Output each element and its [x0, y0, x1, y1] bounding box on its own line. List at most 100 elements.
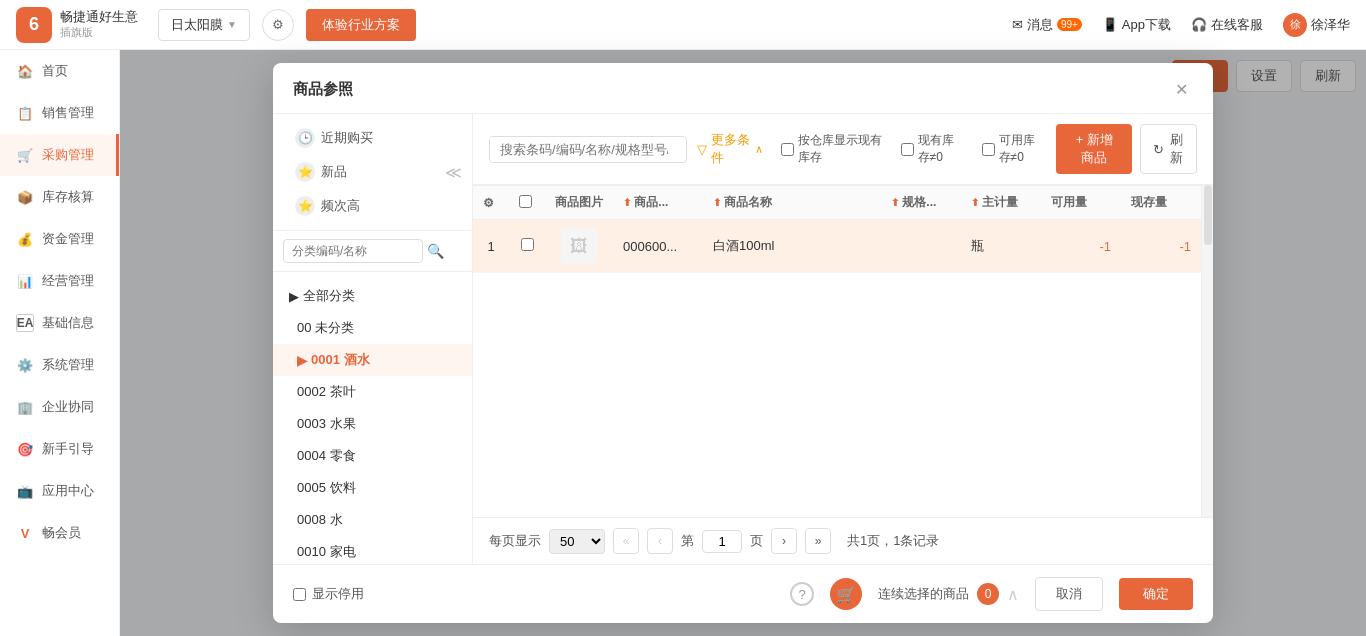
settings-icon: ⚙ — [483, 196, 494, 210]
messages-button[interactable]: ✉ 消息 99+ — [1012, 16, 1082, 34]
page-label: 第 — [681, 532, 694, 550]
row-image-cell: 🖼 — [545, 220, 613, 273]
chevron-down-icon: ▼ — [227, 19, 237, 30]
cat-0010[interactable]: 0010 家电 — [273, 536, 472, 564]
refresh-button[interactable]: ↻ 刷新 — [1140, 124, 1197, 174]
checkbox-available-ne0[interactable]: 现有库存≠0 — [901, 132, 966, 166]
row-checkbox[interactable] — [521, 238, 534, 251]
message-badge: 99+ — [1057, 18, 1082, 31]
checkbox-can-use-ne0[interactable]: 可用库存≠0 — [982, 132, 1047, 166]
sidebar-item-basic[interactable]: EA 基础信息 — [0, 302, 119, 344]
sidebar-item-corp[interactable]: 🏢 企业协同 — [0, 386, 119, 428]
next-page-button[interactable]: › — [771, 528, 797, 554]
sort-icon-spec: ⬆ — [891, 197, 899, 208]
cat-00[interactable]: 00 未分类 — [273, 312, 472, 344]
first-page-button[interactable]: « — [613, 528, 639, 554]
sidebar-item-home[interactable]: 🏠 首页 — [0, 50, 119, 92]
sidebar-item-finance[interactable]: 💰 资金管理 — [0, 218, 119, 260]
select-all-checkbox[interactable] — [519, 195, 532, 208]
show-disabled-checkbox[interactable]: 显示停用 — [293, 585, 364, 603]
sidebar-label-basic: 基础信息 — [42, 314, 94, 332]
col-spec-header[interactable]: ⬆ 规格... — [881, 186, 961, 220]
product-search-icon[interactable]: 🔍 — [678, 137, 687, 162]
sort-icon-unit: ⬆ — [971, 197, 979, 208]
cart-button[interactable]: 🛒 — [830, 578, 862, 610]
table-scrollbar[interactable] — [1201, 185, 1213, 517]
product-table: ⚙ 商品图片 ⬆ 商品... — [473, 185, 1201, 273]
product-search-input[interactable] — [490, 137, 678, 162]
sidebar-label-inventory: 库存核算 — [42, 188, 94, 206]
online-service-button[interactable]: 🎧 在线客服 — [1191, 16, 1263, 34]
confirm-button[interactable]: 确定 — [1119, 578, 1193, 610]
app-download-button[interactable]: 📱 App下载 — [1102, 16, 1171, 34]
filter-more-button[interactable]: ▽ 更多条件 ∧ — [697, 131, 763, 167]
sort-icon-name: ⬆ — [713, 197, 721, 208]
cat-0003[interactable]: 0003 水果 — [273, 408, 472, 440]
col-code-header[interactable]: ⬆ 商品... — [613, 186, 703, 220]
page-info: 共1页，1条记录 — [847, 532, 939, 550]
sidebar-item-ops[interactable]: 📊 经营管理 — [0, 260, 119, 302]
quick-filter-frequent[interactable]: ⭐ 频次高 — [283, 190, 385, 222]
table-header-row: ⚙ 商品图片 ⬆ 商品... — [473, 186, 1201, 220]
help-button[interactable]: ? — [790, 582, 814, 606]
sidebar-item-apps[interactable]: 📺 应用中心 — [0, 470, 119, 512]
category-tree: ▶ 全部分类 00 未分类 ▶ 0001 酒水 0002 茶 — [273, 272, 472, 564]
category-search-icon[interactable]: 🔍 — [427, 243, 444, 259]
topbar-right: ✉ 消息 99+ 📱 App下载 🎧 在线客服 徐 徐泽华 — [1012, 13, 1350, 37]
quick-filter-new[interactable]: ⭐ 新品 — [283, 156, 385, 188]
add-product-button[interactable]: + 新增商品 — [1056, 124, 1132, 174]
sidebar-item-guide[interactable]: 🎯 新手引导 — [0, 428, 119, 470]
col-image-header: 商品图片 — [545, 186, 613, 220]
prev-page-button[interactable]: ‹ — [647, 528, 673, 554]
sidebar-item-purchase[interactable]: 🛒 采购管理 — [0, 134, 119, 176]
cat-0005[interactable]: 0005 饮料 — [273, 472, 472, 504]
settings-icon[interactable]: ⚙ — [262, 9, 294, 41]
last-page-button[interactable]: » — [805, 528, 831, 554]
sidebar-label-sales: 销售管理 — [42, 104, 94, 122]
row-checkbox-cell[interactable] — [509, 220, 545, 273]
frequent-icon: ⭐ — [295, 196, 315, 216]
sidebar-item-sales[interactable]: 📋 销售管理 — [0, 92, 119, 134]
col-settings[interactable]: ⚙ — [473, 186, 509, 220]
sidebar-item-inventory[interactable]: 📦 库存核算 — [0, 176, 119, 218]
nav-selector[interactable]: 日太阳膜 ▼ — [158, 9, 250, 41]
cat-0001[interactable]: ▶ 0001 酒水 — [273, 344, 472, 376]
sidebar-item-system[interactable]: ⚙️ 系统管理 — [0, 344, 119, 386]
recent-icon: 🕒 — [295, 128, 315, 148]
cat-all[interactable]: ▶ 全部分类 — [273, 280, 472, 312]
sidebar-label-apps: 应用中心 — [42, 482, 94, 500]
user-menu[interactable]: 徐 徐泽华 — [1283, 13, 1350, 37]
modal-footer: 显示停用 ? 🛒 连续选择的商品 0 ∧ 取消 确定 — [273, 564, 1213, 623]
page-size-select[interactable]: 10 20 50 100 — [549, 529, 605, 554]
sidebar-label-guide: 新手引导 — [42, 440, 94, 458]
cancel-button[interactable]: 取消 — [1035, 577, 1103, 611]
col-unit-header[interactable]: ⬆ 主计量 — [961, 186, 1041, 220]
message-label: 消息 — [1027, 16, 1053, 34]
collapse-left-button[interactable]: ≪ — [445, 163, 462, 182]
sidebar-label-finance: 资金管理 — [42, 230, 94, 248]
row-available: -1 — [1041, 220, 1121, 273]
checkbox-by-warehouse[interactable]: 按仓库显示现有库存 — [781, 132, 885, 166]
sidebar-item-member[interactable]: V 畅会员 — [0, 512, 119, 554]
modal-close-button[interactable]: ✕ — [1169, 77, 1193, 101]
page-number-input[interactable] — [702, 530, 742, 553]
row-unit: 瓶 — [961, 220, 1041, 273]
toolbar-right: + 新增商品 ↻ 刷新 — [1056, 124, 1197, 174]
show-disabled-check[interactable] — [293, 588, 306, 601]
cat-0008[interactable]: 0008 水 — [273, 504, 472, 536]
cat-0004[interactable]: 0004 零食 — [273, 440, 472, 472]
row-stock: -1 — [1121, 220, 1201, 273]
col-name-header[interactable]: ⬆ 商品名称 — [703, 186, 881, 220]
table-row[interactable]: 1 🖼 000600... — [473, 220, 1201, 273]
scroll-thumb[interactable] — [1204, 185, 1212, 245]
quick-filter-recent[interactable]: 🕒 近期购买 — [283, 122, 385, 154]
quick-filters-header: 🕒 近期购买 ⭐ 新品 ⭐ 频次高 — [273, 114, 472, 231]
trial-button[interactable]: 体验行业方案 — [306, 9, 416, 41]
basic-icon: EA — [16, 314, 34, 332]
modal-body: 🕒 近期购买 ⭐ 新品 ⭐ 频次高 — [273, 114, 1213, 564]
col-checkbox-header[interactable] — [509, 186, 545, 220]
collapse-up-button[interactable]: ∧ — [1007, 585, 1019, 604]
data-table-wrapper[interactable]: ⚙ 商品图片 ⬆ 商品... — [473, 185, 1201, 517]
cat-0002[interactable]: 0002 茶叶 — [273, 376, 472, 408]
category-search-input[interactable] — [283, 239, 423, 263]
